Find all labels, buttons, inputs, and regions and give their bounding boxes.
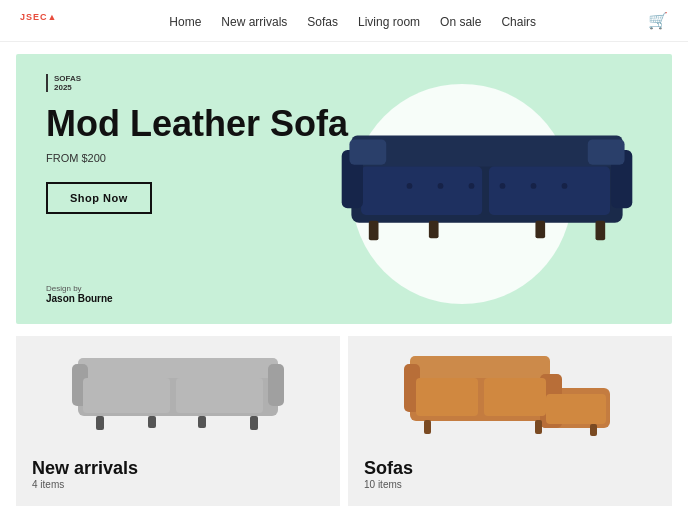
sofas-card-title: Sofas [364, 458, 656, 479]
new-arrivals-card-items: 4 items [32, 479, 324, 490]
svg-rect-25 [148, 416, 156, 428]
nav-item-on-sale[interactable]: On sale [440, 12, 481, 30]
cart-icon[interactable]: 🛒 [648, 11, 668, 30]
svg-rect-10 [535, 221, 545, 238]
svg-rect-3 [489, 167, 610, 215]
svg-rect-22 [83, 378, 170, 413]
svg-point-16 [531, 183, 537, 189]
nav-item-chairs[interactable]: Chairs [501, 12, 536, 30]
svg-point-13 [438, 183, 444, 189]
svg-rect-2 [361, 167, 482, 215]
svg-rect-37 [535, 420, 542, 434]
hero-category-label: SOFAS 2025 [46, 74, 642, 92]
new-arrivals-card-title: New arrivals [32, 458, 324, 479]
sofas-card-items: 10 items [364, 479, 656, 490]
sofas-sofa-image [400, 346, 620, 446]
sofas-card[interactable]: Sofas 10 items [348, 336, 672, 506]
svg-rect-27 [250, 416, 258, 430]
svg-rect-9 [429, 221, 439, 238]
logo[interactable]: JSEC▲ [20, 12, 57, 29]
logo-text: JSEC [20, 12, 48, 22]
svg-rect-11 [596, 221, 606, 240]
hero-sofa-image [332, 104, 642, 264]
svg-rect-8 [369, 221, 379, 240]
nav-links: Home New arrivals Sofas Living room On s… [169, 12, 536, 30]
svg-rect-26 [198, 416, 206, 428]
svg-rect-19 [78, 358, 278, 378]
svg-rect-6 [349, 139, 386, 164]
product-cards-row: New arrivals 4 items Sofas 10 items [16, 336, 672, 506]
svg-rect-36 [424, 420, 431, 434]
nav-item-sofas[interactable]: Sofas [307, 12, 338, 30]
shop-now-button[interactable]: Shop Now [46, 182, 152, 214]
design-by-label: Design by [46, 284, 113, 293]
nav-item-living-room[interactable]: Living room [358, 12, 420, 30]
svg-rect-35 [546, 394, 606, 424]
svg-rect-38 [590, 424, 597, 436]
svg-rect-23 [176, 378, 263, 413]
svg-rect-33 [416, 378, 478, 416]
svg-rect-24 [96, 416, 104, 430]
svg-rect-34 [484, 378, 546, 416]
svg-point-15 [500, 183, 506, 189]
hero-designer: Design by Jason Bourne [46, 284, 113, 304]
nav-item-new-arrivals[interactable]: New arrivals [221, 12, 287, 30]
new-arrivals-card[interactable]: New arrivals 4 items [16, 336, 340, 506]
hero-category-year: 2025 [54, 83, 642, 92]
svg-point-12 [407, 183, 413, 189]
nav-item-home[interactable]: Home [169, 12, 201, 30]
designer-name: Jason Bourne [46, 293, 113, 304]
hero-category-text: SOFAS [54, 74, 642, 83]
svg-rect-29 [410, 356, 550, 378]
svg-rect-7 [588, 139, 625, 164]
svg-point-14 [469, 183, 475, 189]
svg-point-17 [562, 183, 568, 189]
logo-icon: ▲ [48, 12, 58, 22]
svg-rect-21 [268, 364, 284, 406]
svg-rect-1 [351, 136, 622, 167]
new-arrivals-sofa-image [68, 346, 288, 436]
hero-section: SOFAS 2025 Mod Leather Sofa FROM $200 Sh… [16, 54, 672, 324]
navigation: JSEC▲ Home New arrivals Sofas Living roo… [0, 0, 688, 42]
